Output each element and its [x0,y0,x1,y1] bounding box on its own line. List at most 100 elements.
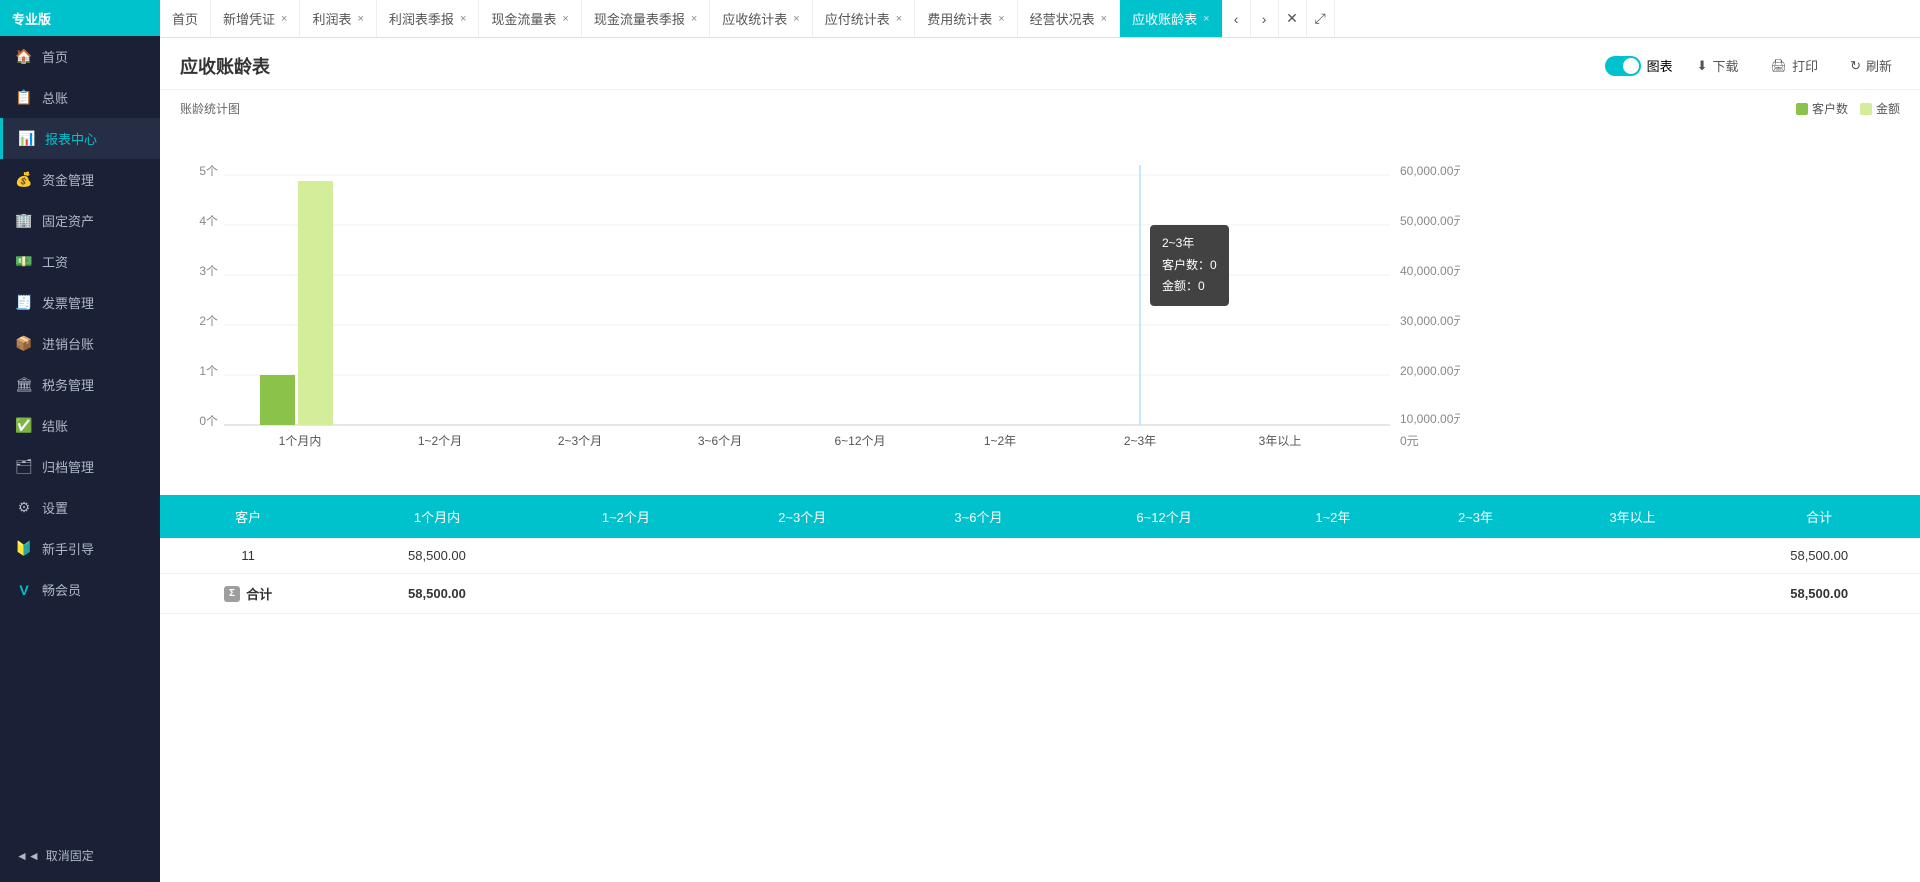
refresh-icon: ↻ [1850,58,1861,74]
sidebar-item-home[interactable]: 🏠 首页 [0,36,160,77]
svg-text:1~2个月: 1~2个月 [418,434,462,448]
download-button[interactable]: ⬇ 下载 [1689,52,1747,79]
tab-expand-button[interactable]: ⤢ [1307,0,1335,38]
total-label-cell: Σ 合计 [160,574,336,614]
tab-profit[interactable]: 利润表 × [300,0,376,38]
checkout-icon: ✅ [16,418,32,434]
sidebar-item-stock[interactable]: 📦 进销台账 [0,323,160,364]
tab-profit-close[interactable]: × [357,13,363,25]
sidebar-item-label: 结账 [42,416,68,435]
print-label: 打印 [1792,56,1818,75]
tab-expense-stats[interactable]: 费用统计表 × [915,0,1017,38]
tab-ar-aging[interactable]: 应收账龄表 × [1120,0,1222,38]
print-button[interactable]: 🖨 打印 [1763,52,1827,79]
svg-text:3年以上: 3年以上 [1259,434,1302,448]
sidebar-item-settings[interactable]: ⚙ 设置 [0,487,160,528]
chart-toggle[interactable]: 图表 [1605,56,1673,76]
total-m23 [714,574,890,614]
sidebar-item-label: 进销台账 [42,334,94,353]
sidebar-item-label: 固定资产 [42,211,94,230]
chart-title: 账龄统计图 [180,100,1900,117]
collapse-sidebar-button[interactable]: ◄◄ 取消固定 [0,839,160,872]
sidebar-item-ledger[interactable]: 📋 总账 [0,77,160,118]
refresh-label: 刷新 [1866,56,1892,75]
data-table: 客户 1个月内 1~2个月 2~3个月 3~6个月 6~12个月 1~2年 2~… [160,495,1920,614]
tab-profit-quarterly-close[interactable]: × [460,13,466,25]
row-customer: 11 [160,538,336,574]
svg-text:2~3个月: 2~3个月 [558,434,602,448]
sidebar-item-tax[interactable]: 🏛 税务管理 [0,364,160,405]
sidebar-item-label: 归档管理 [42,457,94,476]
row-m23 [714,538,890,574]
tab-ap-stats[interactable]: 应付统计表 × [813,0,915,38]
tab-prev-button[interactable]: ‹ [1223,0,1251,38]
legend-customer-label: 客户数 [1812,100,1848,117]
sidebar: 专业版 🏠 首页 📋 总账 📊 报表中心 💰 资金管理 🏢 固定资产 💵 工资 … [0,0,160,882]
sidebar-item-archive[interactable]: 🗂 归档管理 [0,446,160,487]
tab-cashflow-quarterly[interactable]: 现金流量表季报 × [582,0,710,38]
tab-cashflow[interactable]: 现金流量表 × [479,0,581,38]
tab-voucher[interactable]: 新增凭证 × [211,0,300,38]
sidebar-item-label: 工资 [42,252,68,271]
toggle-track[interactable] [1605,56,1641,76]
svg-text:1~2年: 1~2年 [984,434,1016,448]
sidebar-item-guide[interactable]: 🔰 新手引导 [0,528,160,569]
tab-close-all-button[interactable]: ✕ [1279,0,1307,38]
sidebar-item-salary[interactable]: 💵 工资 [0,241,160,282]
tab-profit-quarterly[interactable]: 利润表季报 × [377,0,479,38]
svg-text:40,000.00元: 40,000.00元 [1400,264,1460,278]
total-m12 [538,574,714,614]
sidebar-item-label: 新手引导 [42,539,94,558]
main-content: 首页 新增凭证 × 利润表 × 利润表季报 × 现金流量表 × 现金流量表季报 … [160,0,1920,882]
tab-business-status[interactable]: 经营状况表 × [1018,0,1120,38]
tab-ap-stats-close[interactable]: × [896,13,902,25]
tab-home[interactable]: 首页 [160,0,211,38]
svg-text:2个: 2个 [199,314,218,328]
sidebar-item-checkout[interactable]: ✅ 结账 [0,405,160,446]
svg-text:10,000.00元: 10,000.00元 [1400,412,1460,426]
tab-cashflow-quarterly-close[interactable]: × [691,13,697,25]
tab-ap-stats-label: 应付统计表 [825,9,890,28]
svg-text:60,000.00元: 60,000.00元 [1400,164,1460,178]
tab-expense-stats-label: 费用统计表 [927,9,992,28]
total-y3plus [1547,574,1719,614]
svg-text:0个: 0个 [199,414,218,428]
svg-text:20,000.00元: 20,000.00元 [1400,364,1460,378]
svg-text:1个月内: 1个月内 [279,434,322,448]
archive-icon: 🗂 [16,459,32,475]
legend-amount: 金额 [1860,100,1900,117]
col-3plus-year: 3年以上 [1547,495,1719,538]
row-total: 58,500.00 [1718,538,1920,574]
tab-voucher-close[interactable]: × [281,13,287,25]
download-icon: ⬇ [1697,58,1708,74]
table-total-row: Σ 合计 58,500.00 58,500.00 [160,574,1920,614]
row-m12 [538,538,714,574]
row-y12 [1262,538,1405,574]
tab-voucher-label: 新增凭证 [223,9,275,28]
total-label: Σ 合计 [170,584,326,603]
sidebar-item-label: 税务管理 [42,375,94,394]
tab-cashflow-close[interactable]: × [562,13,568,25]
tab-ar-stats[interactable]: 应收统计表 × [710,0,812,38]
guide-icon: 🔰 [16,541,32,557]
tab-ar-aging-label: 应收账龄表 [1132,9,1197,28]
total-icon: Σ [224,586,240,602]
sidebar-item-vip[interactable]: V 畅会员 [0,569,160,610]
sidebar-item-assets[interactable]: 🏢 固定资产 [0,200,160,241]
tab-ar-stats-close[interactable]: × [793,13,799,25]
sidebar-item-report[interactable]: 📊 报表中心 [0,118,160,159]
tab-cashflow-quarterly-label: 现金流量表季报 [594,9,685,28]
row-m36 [890,538,1066,574]
sidebar-item-invoice[interactable]: 🧾 发票管理 [0,282,160,323]
tab-expense-stats-close[interactable]: × [998,13,1004,25]
refresh-button[interactable]: ↻ 刷新 [1842,52,1900,79]
tab-business-status-close[interactable]: × [1101,13,1107,25]
sidebar-logo: 专业版 [0,0,160,36]
collapse-icon: ◄◄ [16,849,40,863]
tab-next-button[interactable]: › [1251,0,1279,38]
tab-ar-aging-close[interactable]: × [1203,13,1209,25]
bar-customer-1month [260,375,295,425]
sidebar-item-funds[interactable]: 💰 资金管理 [0,159,160,200]
row-y3plus [1547,538,1719,574]
funds-icon: 💰 [16,172,32,188]
